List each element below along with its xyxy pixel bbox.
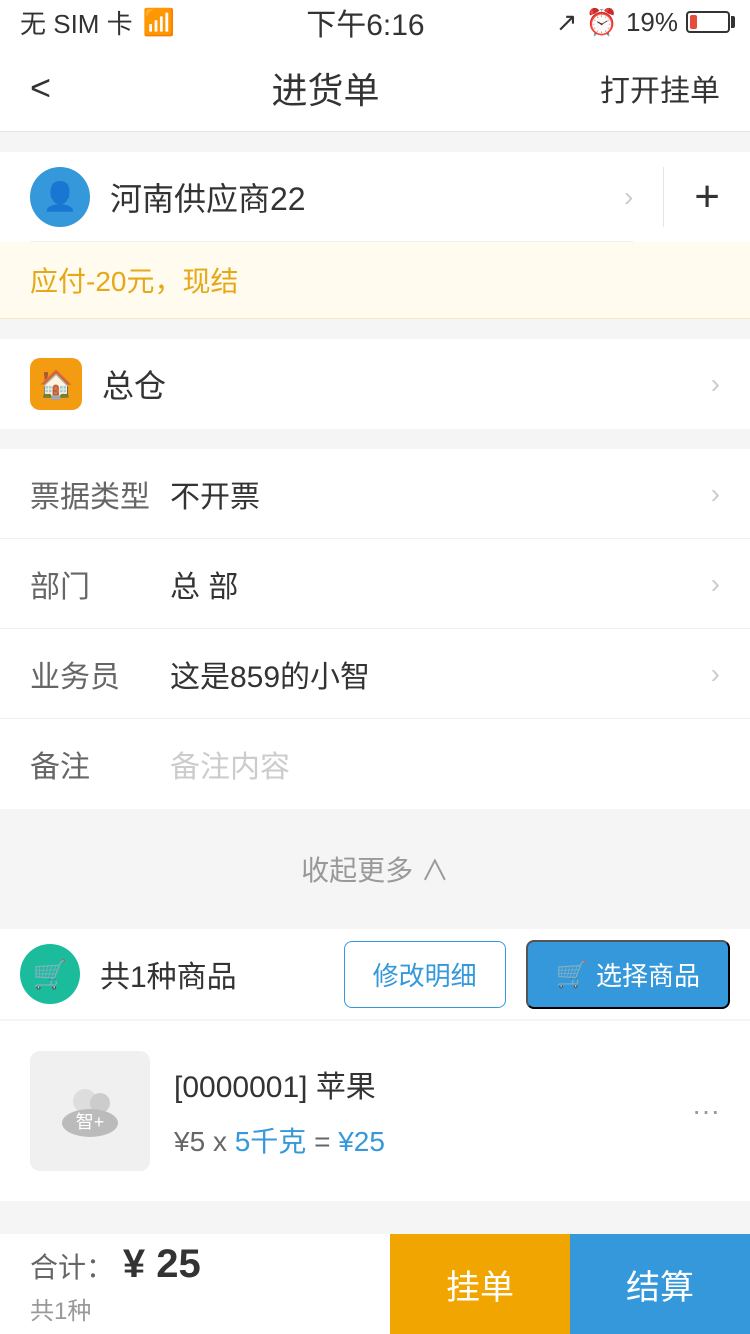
alarm-icon: ⏰ [586, 7, 618, 38]
more-options-button[interactable]: ··· [692, 1095, 720, 1127]
supplier-name: 河南供应商22 [110, 174, 624, 220]
product-count-label: 共1种商品 [100, 952, 324, 996]
status-time: 下午6:16 [306, 0, 424, 44]
invoice-type-chevron-icon: › [711, 478, 720, 510]
vertical-divider [663, 167, 664, 227]
product-code: [0000001] [174, 1071, 307, 1104]
total-label: 合计： [30, 1252, 114, 1283]
unit-price: ¥5 [174, 1126, 205, 1157]
multiply-sign: x [213, 1126, 235, 1157]
remark-label: 备注 [30, 742, 150, 786]
notice-banner: 应付-20元，现结 [0, 242, 750, 319]
add-supplier-button[interactable]: + [694, 172, 720, 222]
open-pending-button[interactable]: 打开挂单 [600, 66, 720, 110]
salesman-row[interactable]: 业务员 这是859的小智 › [0, 629, 750, 719]
form-section: 票据类型 不开票 › 部门 总 部 › 业务员 这是859的小智 › 备注 备注… [0, 449, 750, 809]
cart-icon: 🛒 [556, 959, 588, 990]
pend-button[interactable]: 挂单 [390, 1234, 570, 1334]
total-amount: ¥ 25 [123, 1242, 201, 1286]
department-value: 总 部 [150, 562, 711, 606]
salesman-chevron-icon: › [711, 658, 720, 690]
salesman-label: 业务员 [30, 652, 150, 696]
line-total: ¥25 [338, 1126, 385, 1157]
equals-sign: = [314, 1126, 338, 1157]
select-product-button[interactable]: 🛒 选择商品 [526, 940, 730, 1009]
supplier-chevron-icon: › [624, 181, 633, 213]
checkout-button[interactable]: 结算 [570, 1234, 750, 1334]
select-product-label: 选择商品 [596, 956, 700, 993]
product-apple: 苹果 [316, 1071, 376, 1104]
back-button[interactable]: < [30, 67, 51, 109]
department-label: 部门 [30, 562, 150, 606]
invoice-type-value: 不开票 [150, 472, 711, 516]
remark-row[interactable]: 备注 备注内容 [0, 719, 750, 809]
warehouse-section[interactable]: 🏠 总仓 › [0, 339, 750, 429]
avatar: 👤 [30, 167, 90, 227]
salesman-value: 这是859的小智 [150, 652, 711, 696]
total-row: 合计： ¥ 25 [30, 1242, 360, 1287]
warehouse-name: 总仓 [102, 361, 711, 407]
no-sim-label: 无 SIM 卡 [20, 4, 133, 41]
edit-detail-button[interactable]: 修改明细 [344, 941, 506, 1008]
supplier-row[interactable]: 👤 河南供应商22 › [30, 152, 633, 242]
nav-bar: < 进货单 打开挂单 [0, 44, 750, 132]
section-gap-1 [0, 132, 750, 152]
warehouse-chevron-icon: › [711, 368, 720, 400]
status-bar: 无 SIM 卡 📶 下午6:16 ↗ ⏰ 19% [0, 0, 750, 44]
battery-icon [686, 11, 730, 33]
invoice-type-label: 票据类型 [30, 472, 150, 516]
total-count: 共1种 [30, 1291, 360, 1326]
product-thumbnail: 智+ [30, 1051, 150, 1171]
invoice-type-row[interactable]: 票据类型 不开票 › [0, 449, 750, 539]
bottom-bar: 合计： ¥ 25 共1种 挂单 结算 [0, 1234, 750, 1334]
status-right: ↗ ⏰ 19% [556, 7, 730, 38]
product-header: 🛒 共1种商品 修改明细 🛒 选择商品 [0, 929, 750, 1019]
quantity: 5千克 [235, 1126, 307, 1157]
department-chevron-icon: › [711, 568, 720, 600]
status-left: 无 SIM 卡 📶 [20, 4, 175, 41]
total-section: 合计： ¥ 25 共1种 [0, 1242, 390, 1326]
wifi-icon: 📶 [143, 7, 175, 38]
department-row[interactable]: 部门 总 部 › [0, 539, 750, 629]
remark-placeholder[interactable]: 备注内容 [150, 742, 720, 786]
warehouse-icon: 🏠 [30, 358, 82, 410]
collapse-button[interactable]: 收起更多 ∧ [0, 829, 750, 909]
location-icon: ↗ [556, 7, 578, 38]
battery-percent: 19% [626, 7, 678, 38]
product-price-detail: ¥5 x 5千克 = ¥25 [174, 1120, 668, 1160]
product-name: [0000001] 苹果 [174, 1062, 668, 1106]
product-item: 智+ [0000001] 苹果 ¥5 x 5千克 = ¥25 ··· [0, 1021, 750, 1201]
svg-text:智+: 智+ [76, 1112, 105, 1132]
page-title: 进货单 [272, 62, 380, 114]
product-icon: 🛒 [20, 944, 80, 1004]
supplier-section: 👤 河南供应商22 › + [0, 152, 750, 242]
product-info: [0000001] 苹果 ¥5 x 5千克 = ¥25 [174, 1062, 668, 1160]
